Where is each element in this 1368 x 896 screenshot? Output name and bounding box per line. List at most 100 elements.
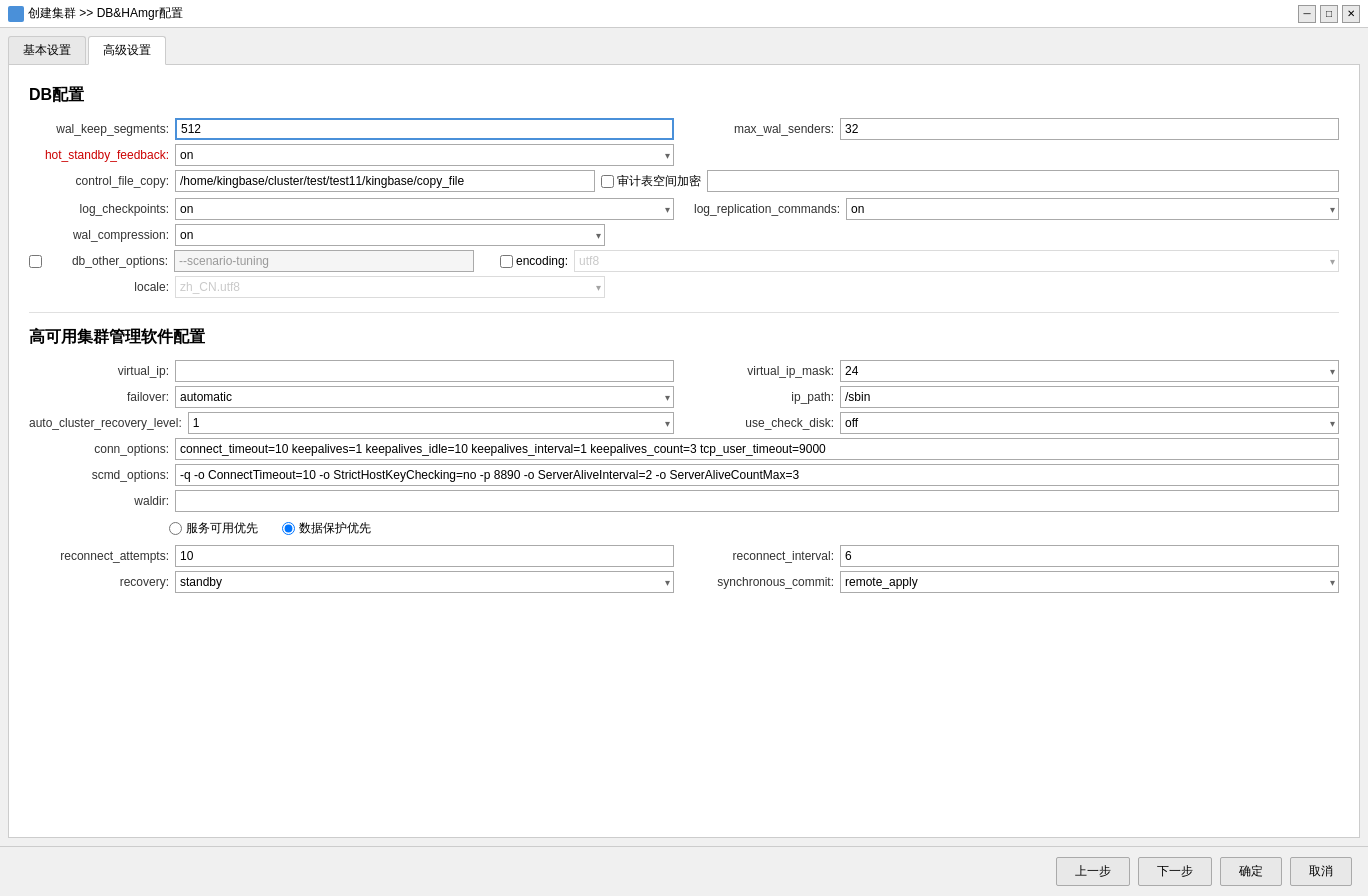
encoding-checkbox-label[interactable]: encoding: xyxy=(500,254,568,268)
wal-compression-row: wal_compression: on off xyxy=(29,224,1339,246)
db-row2: hot_standby_feedback: on off xyxy=(29,144,1339,166)
synchronous-commit-row: synchronous_commit: remote_apply local o… xyxy=(694,571,1339,593)
log-replication-commands-label: log_replication_commands: xyxy=(694,202,840,216)
db-other-options-checkbox[interactable] xyxy=(29,255,42,268)
wal-compression-select-wrapper: on off xyxy=(175,224,605,246)
synchronous-commit-select-wrapper: remote_apply local on off xyxy=(840,571,1339,593)
ok-button[interactable]: 确定 xyxy=(1220,857,1282,886)
virtual-ip-mask-select-wrapper: 24 16 8 xyxy=(840,360,1339,382)
wal-keep-segments-input[interactable] xyxy=(175,118,674,140)
failover-label: failover: xyxy=(29,390,169,404)
virtual-ip-mask-select[interactable]: 24 16 8 xyxy=(840,360,1339,382)
ha-row-reconnect: reconnect_attempts: reconnect_interval: xyxy=(29,545,1339,567)
title-bar-left: 创建集群 >> DB&HAmgr配置 xyxy=(8,5,183,22)
audit-checkbox[interactable] xyxy=(601,175,614,188)
control-file-copy-label: control_file_copy: xyxy=(29,174,169,188)
encoding-label: encoding: xyxy=(516,254,568,268)
audit-checkbox-label[interactable]: 审计表空间加密 xyxy=(601,173,701,190)
encoding-checkbox[interactable] xyxy=(500,255,513,268)
radio-service-label[interactable]: 服务可用优先 xyxy=(169,520,258,537)
virtual-ip-mask-row: virtual_ip_mask: 24 16 8 xyxy=(694,360,1339,382)
wal-compression-select[interactable]: on off xyxy=(175,224,605,246)
virtual-ip-label: virtual_ip: xyxy=(29,364,169,378)
title-bar-controls: ─ □ ✕ xyxy=(1298,5,1360,23)
auto-cluster-recovery-level-select-wrapper: 1 2 3 xyxy=(188,412,674,434)
virtual-ip-row: virtual_ip: xyxy=(29,360,674,382)
db-other-options-checkbox-label[interactable] xyxy=(29,255,42,268)
window-title: 创建集群 >> DB&HAmgr配置 xyxy=(28,5,183,22)
reconnect-attempts-input[interactable] xyxy=(175,545,674,567)
close-button[interactable]: ✕ xyxy=(1342,5,1360,23)
failover-select[interactable]: automatic manual xyxy=(175,386,674,408)
ha-row-recovery: recovery: standby promote synchronous_co… xyxy=(29,571,1339,593)
ip-path-label: ip_path: xyxy=(694,390,834,404)
encoding-select-wrapper: utf8 gbk xyxy=(574,250,1339,272)
locale-label: locale: xyxy=(29,280,169,294)
conn-options-row: conn_options: xyxy=(29,438,1339,460)
radio-data-text: 数据保护优先 xyxy=(299,520,371,537)
ip-path-input[interactable] xyxy=(840,386,1339,408)
log-checkpoints-row: log_checkpoints: on off xyxy=(29,198,674,220)
log-checkpoints-select-wrapper: on off xyxy=(175,198,674,220)
radio-data-label[interactable]: 数据保护优先 xyxy=(282,520,371,537)
next-button[interactable]: 下一步 xyxy=(1138,857,1212,886)
radio-service[interactable] xyxy=(169,522,182,535)
synchronous-commit-label: synchronous_commit: xyxy=(694,575,834,589)
recovery-select[interactable]: standby promote xyxy=(175,571,674,593)
tab-bar: 基本设置 高级设置 xyxy=(8,36,1360,65)
audit-label: 审计表空间加密 xyxy=(617,173,701,190)
minimize-button[interactable]: ─ xyxy=(1298,5,1316,23)
radio-data[interactable] xyxy=(282,522,295,535)
wal-keep-segments-label: wal_keep_segments: xyxy=(29,122,169,136)
ha-row3: auto_cluster_recovery_level: 1 2 3 use_c… xyxy=(29,412,1339,434)
locale-row: locale: zh_CN.utf8 xyxy=(29,276,1339,298)
locale-select-wrapper: zh_CN.utf8 xyxy=(175,276,605,298)
log-replication-commands-select[interactable]: on off xyxy=(846,198,1339,220)
tab-basic[interactable]: 基本设置 xyxy=(8,36,86,64)
maximize-button[interactable]: □ xyxy=(1320,5,1338,23)
conn-options-input[interactable] xyxy=(175,438,1339,460)
encoding-select[interactable]: utf8 gbk xyxy=(574,250,1339,272)
failover-select-wrapper: automatic manual xyxy=(175,386,674,408)
auto-cluster-recovery-level-select[interactable]: 1 2 3 xyxy=(188,412,674,434)
audit-input[interactable] xyxy=(707,170,1339,192)
control-file-copy-input[interactable] xyxy=(175,170,595,192)
reconnect-attempts-row: reconnect_attempts: xyxy=(29,545,674,567)
waldir-row: waldir: xyxy=(29,490,1339,512)
cancel-button[interactable]: 取消 xyxy=(1290,857,1352,886)
reconnect-interval-row: reconnect_interval: xyxy=(694,545,1339,567)
reconnect-interval-input[interactable] xyxy=(840,545,1339,567)
waldir-input[interactable] xyxy=(175,490,1339,512)
title-bar: 创建集群 >> DB&HAmgr配置 ─ □ ✕ xyxy=(0,0,1368,28)
tab-advanced[interactable]: 高级设置 xyxy=(88,36,166,65)
conn-options-label: conn_options: xyxy=(29,442,169,456)
prev-button[interactable]: 上一步 xyxy=(1056,857,1130,886)
locale-select[interactable]: zh_CN.utf8 xyxy=(175,276,605,298)
scmd-options-input[interactable] xyxy=(175,464,1339,486)
log-checkpoints-select[interactable]: on off xyxy=(175,198,674,220)
scmd-options-row: scmd_options: xyxy=(29,464,1339,486)
db-section-title: DB配置 xyxy=(29,85,1339,106)
waldir-label: waldir: xyxy=(29,494,169,508)
main-content: 基本设置 高级设置 DB配置 wal_keep_segments: max_wa… xyxy=(0,28,1368,846)
db-row3: log_checkpoints: on off log_replication_… xyxy=(29,198,1339,220)
hot-standby-feedback-select[interactable]: on off xyxy=(175,144,674,166)
db-other-options-input[interactable] xyxy=(174,250,474,272)
ha-row2: failover: automatic manual ip_path: xyxy=(29,386,1339,408)
use-check-disk-select[interactable]: off on xyxy=(840,412,1339,434)
db-row1: wal_keep_segments: max_wal_senders: xyxy=(29,118,1339,140)
reconnect-interval-label: reconnect_interval: xyxy=(694,549,834,563)
radio-service-text: 服务可用优先 xyxy=(186,520,258,537)
max-wal-senders-row: max_wal_senders: xyxy=(694,118,1339,140)
use-check-disk-label: use_check_disk: xyxy=(694,416,834,430)
virtual-ip-input[interactable] xyxy=(175,360,674,382)
log-checkpoints-label: log_checkpoints: xyxy=(29,202,169,216)
synchronous-commit-select[interactable]: remote_apply local on off xyxy=(840,571,1339,593)
max-wal-senders-input[interactable] xyxy=(840,118,1339,140)
recovery-label: recovery: xyxy=(29,575,169,589)
main-window: 创建集群 >> DB&HAmgr配置 ─ □ ✕ 基本设置 高级设置 DB配置 … xyxy=(0,0,1368,896)
log-replication-commands-select-wrapper: on off xyxy=(846,198,1339,220)
max-wal-senders-label: max_wal_senders: xyxy=(694,122,834,136)
auto-cluster-recovery-level-label: auto_cluster_recovery_level: xyxy=(29,416,182,430)
db-other-options-row: db_other_options: encoding: utf8 gbk xyxy=(29,250,1339,272)
